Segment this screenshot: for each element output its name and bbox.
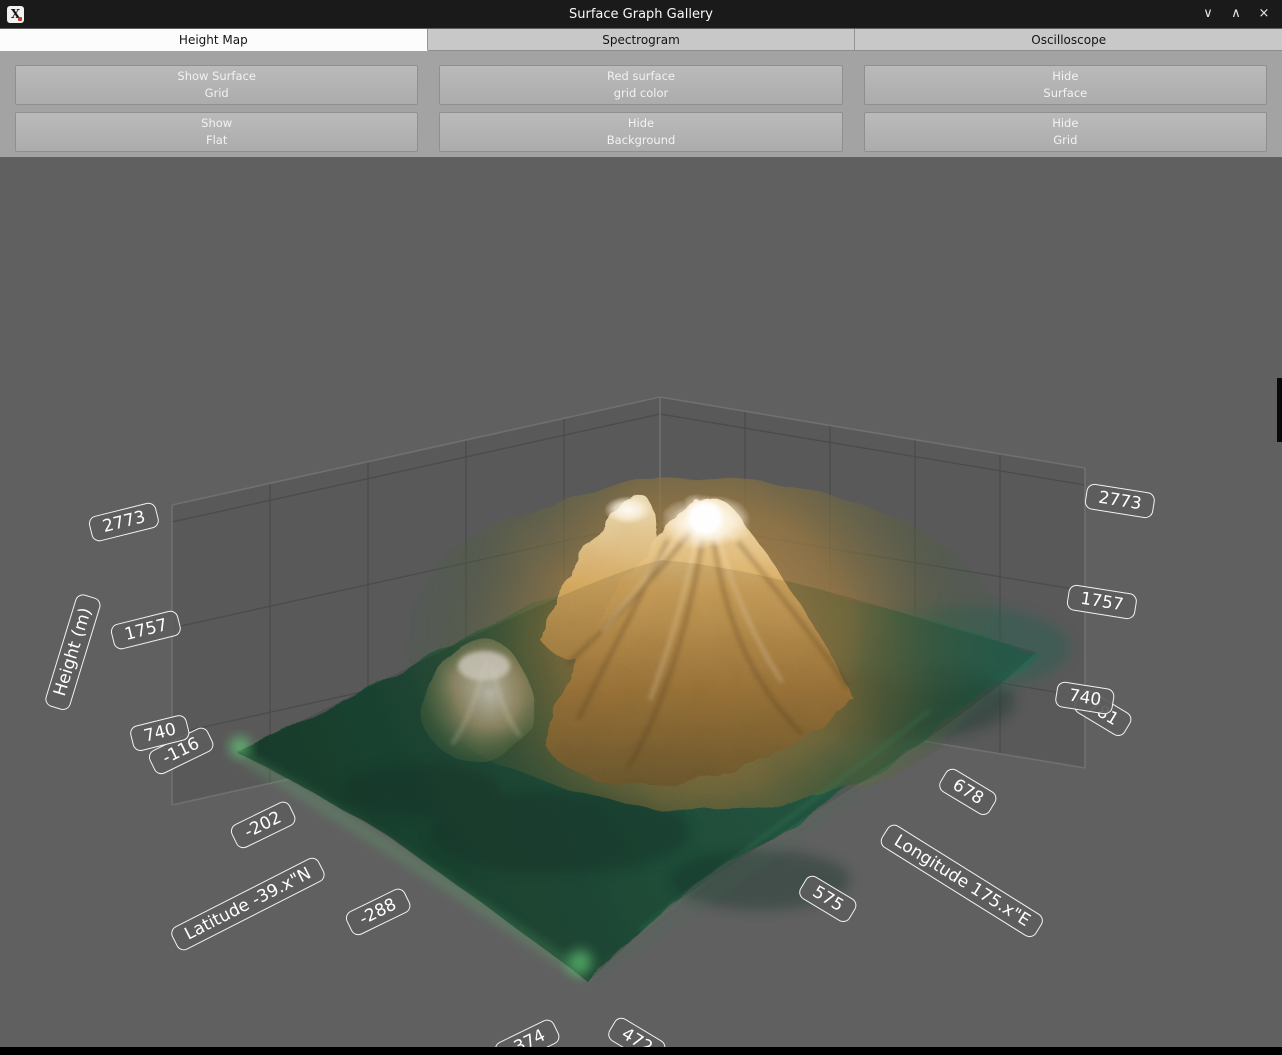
hide-grid-button[interactable]: Hide Grid — [864, 112, 1267, 152]
window-title: Surface Graph Gallery — [0, 7, 1282, 22]
snow-cap-secondary — [604, 496, 652, 524]
window-right-edge-notch — [1277, 378, 1282, 442]
hide-background-button[interactable]: Hide Background — [439, 112, 842, 152]
title-bar: X Surface Graph Gallery ∨ ∧ × — [0, 0, 1282, 28]
tab-bar: Height Map Spectrogram Oscilloscope — [0, 28, 1282, 51]
control-panel: Show Surface Grid Red surface grid color… — [0, 51, 1282, 157]
window-bottom-edge — [0, 1047, 1282, 1055]
button-label-line2: grid color — [614, 85, 669, 102]
tab-height-map[interactable]: Height Map — [0, 29, 428, 51]
button-label-line1: Show — [201, 115, 232, 132]
surface-grid-color-button[interactable]: Red surface grid color — [439, 65, 842, 105]
window-controls: ∨ ∧ × — [1198, 4, 1274, 24]
button-label-line2: Grid — [1053, 132, 1077, 149]
button-label-line2: Flat — [206, 132, 227, 149]
close-button[interactable]: × — [1254, 4, 1274, 24]
button-label-line2: Grid — [205, 85, 229, 102]
button-label-line1: Hide — [1052, 68, 1078, 85]
chevron-up-button[interactable]: ∧ — [1226, 4, 1246, 24]
surface-plot-view[interactable]: -116 781 2773 1757 740 2773 1757 740 -20… — [0, 157, 1282, 1047]
show-flat-button[interactable]: Show Flat — [15, 112, 418, 152]
button-label-line2: Background — [607, 132, 676, 149]
tab-oscilloscope[interactable]: Oscilloscope — [855, 29, 1282, 51]
button-label-line1: Show Surface — [177, 68, 256, 85]
button-label-line2: Surface — [1043, 85, 1087, 102]
app-icon: X — [7, 6, 24, 23]
chevron-down-button[interactable]: ∨ — [1198, 4, 1218, 24]
button-label-line1: Hide — [1052, 115, 1078, 132]
app-icon-letter: X — [11, 7, 20, 21]
toggle-surface-grid-button[interactable]: Show Surface Grid — [15, 65, 418, 105]
button-label-line1: Hide — [628, 115, 654, 132]
hide-surface-button[interactable]: Hide Surface — [864, 65, 1267, 105]
button-label-line1: Red surface — [607, 68, 675, 85]
tab-spectrogram[interactable]: Spectrogram — [428, 29, 856, 51]
